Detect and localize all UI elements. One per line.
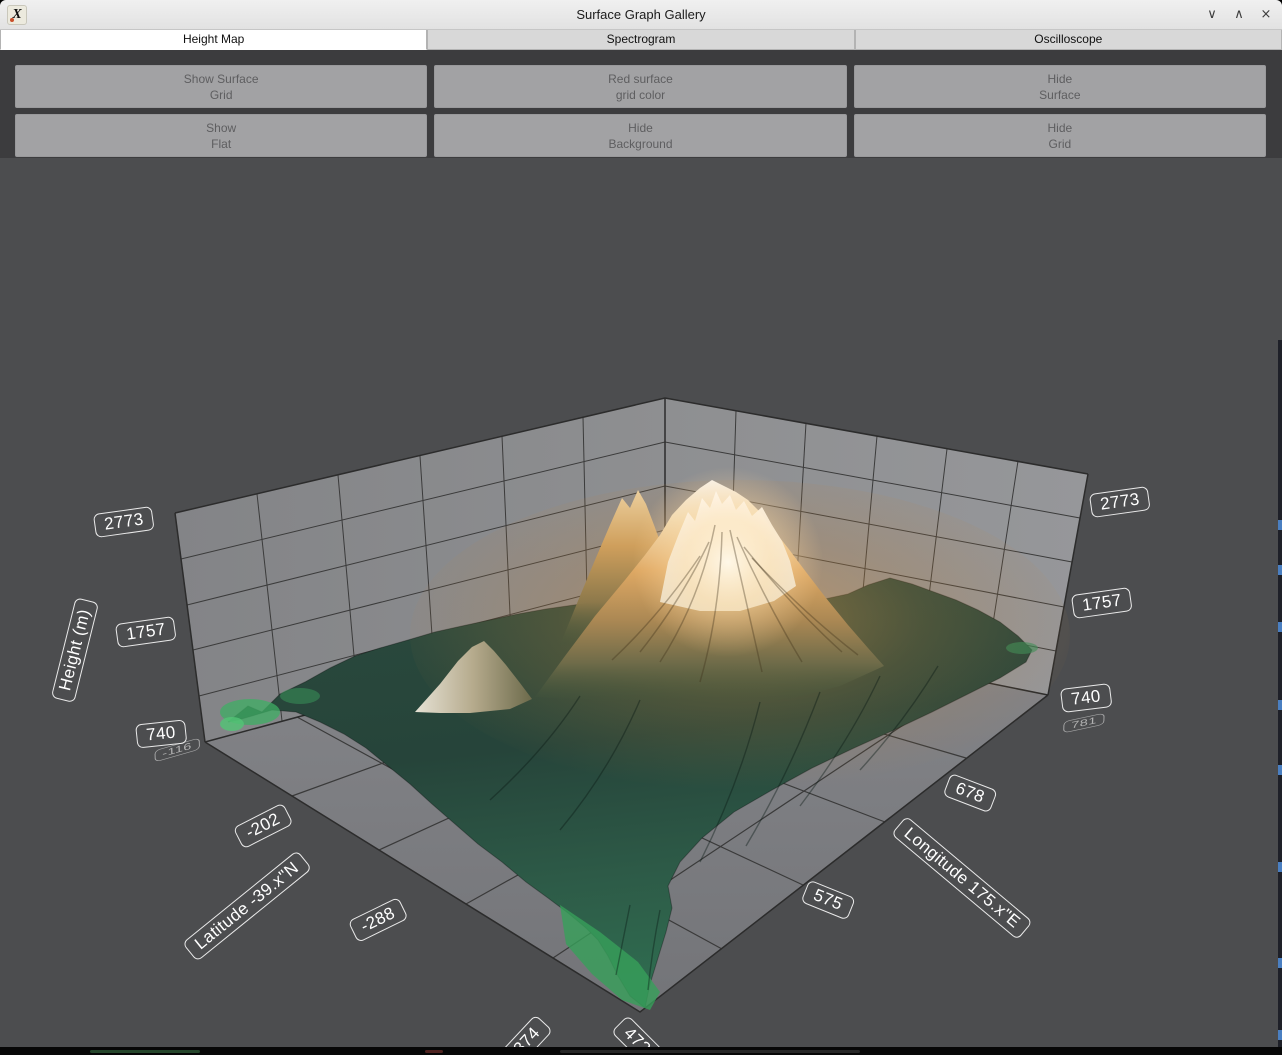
show-flat-button[interactable]: Show Flat: [15, 114, 427, 157]
red-surface-grid-color-button[interactable]: Red surface grid color: [434, 65, 846, 108]
button-label: Show Surface: [16, 71, 426, 87]
button-label: Red surface: [435, 71, 845, 87]
sliver-mark: [1278, 862, 1282, 872]
sliver-mark: [1278, 565, 1282, 575]
taskbar-speck: [560, 1050, 860, 1053]
button-label: Background: [435, 136, 845, 152]
button-label: grid color: [435, 87, 845, 103]
tab-oscilloscope[interactable]: Oscilloscope: [855, 29, 1282, 50]
tab-spectrogram[interactable]: Spectrogram: [427, 29, 854, 50]
maximize-icon[interactable]: ∧: [1231, 7, 1247, 23]
title-bar[interactable]: X Surface Graph Gallery ∨ ∧ ×: [0, 0, 1282, 30]
sliver-mark: [1278, 622, 1282, 632]
sliver-mark: [1278, 700, 1282, 710]
sliver-mark: [1278, 1030, 1282, 1040]
button-label: Flat: [16, 136, 426, 152]
app-window: -116 2773 1757 740 Height (m) 781 2773 1…: [0, 0, 1282, 1055]
sliver-mark: [1278, 765, 1282, 775]
window-controls: ∨ ∧ ×: [1204, 0, 1274, 29]
taskbar-speck: [425, 1050, 443, 1053]
hide-grid-button[interactable]: Hide Grid: [854, 114, 1266, 157]
hide-surface-button[interactable]: Hide Surface: [854, 65, 1266, 108]
button-label: Hide: [855, 71, 1265, 87]
sliver-mark: [1278, 520, 1282, 530]
toolbar: Show Surface Grid Red surface grid color…: [15, 65, 1266, 157]
button-label: Hide: [855, 120, 1265, 136]
window-title: Surface Graph Gallery: [0, 0, 1282, 29]
button-label: Grid: [855, 136, 1265, 152]
sliver-mark: [1278, 958, 1282, 968]
button-label: Surface: [855, 87, 1265, 103]
hide-background-button[interactable]: Hide Background: [434, 114, 846, 157]
taskbar-speck: [90, 1050, 200, 1053]
show-surface-grid-button[interactable]: Show Surface Grid: [15, 65, 427, 108]
button-label: Grid: [16, 87, 426, 103]
taskbar-sliver: [0, 1047, 1282, 1055]
button-label: Hide: [435, 120, 845, 136]
tab-bar: Height Map Spectrogram Oscilloscope: [0, 29, 1282, 50]
close-icon[interactable]: ×: [1258, 7, 1274, 23]
tab-height-map[interactable]: Height Map: [0, 29, 427, 50]
minimize-icon[interactable]: ∨: [1204, 7, 1220, 23]
axis-tick-height-left-low: 740: [135, 719, 187, 748]
desktop-edge-sliver: [1278, 340, 1282, 1047]
button-label: Show: [16, 120, 426, 136]
